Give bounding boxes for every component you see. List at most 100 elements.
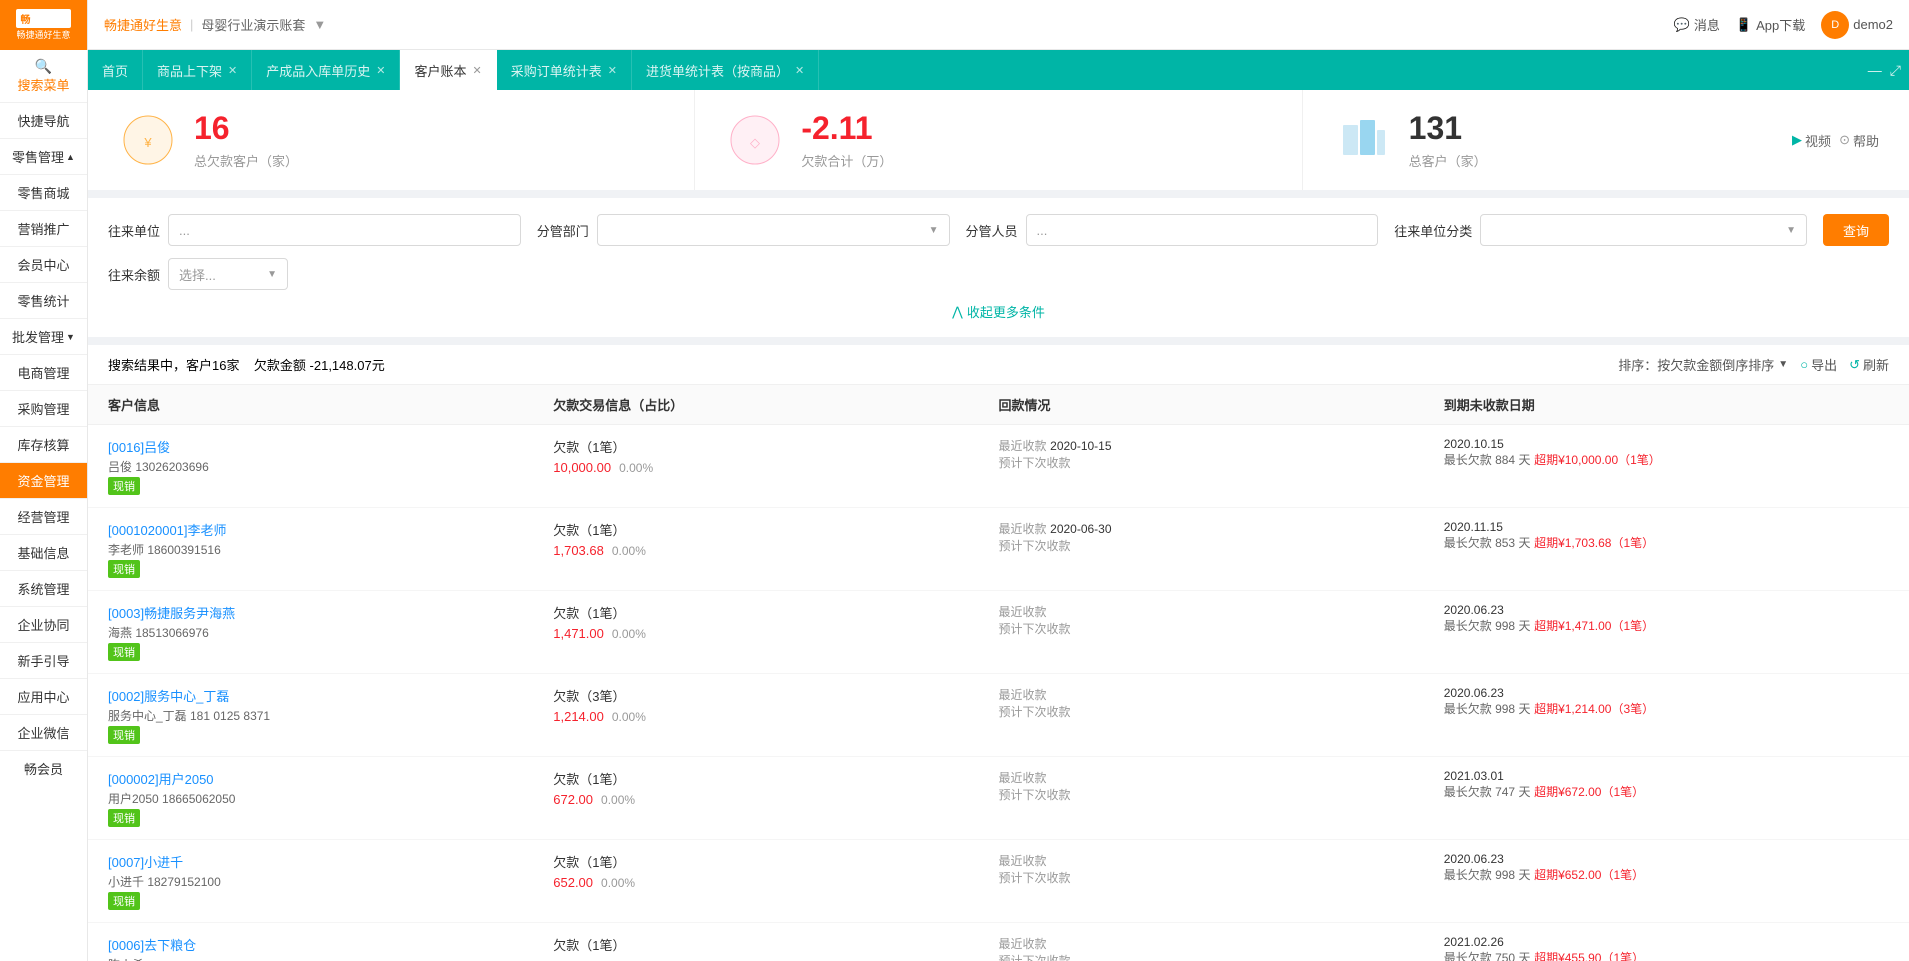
overdue-link[interactable]: 超期¥1,471.00（1笔） <box>1534 619 1654 633</box>
unit-category-input[interactable]: ▼ <box>1480 214 1807 246</box>
tab-inbound-close[interactable]: ✕ <box>795 64 804 77</box>
sidebar-item-system[interactable]: 系统管理 <box>0 571 87 607</box>
tab-products-close[interactable]: ✕ <box>228 64 237 77</box>
person-input[interactable]: ... <box>1026 214 1379 246</box>
stat-total-customers-label: 总客户（家） <box>1409 151 1487 170</box>
sidebar-item-app-center[interactable]: 应用中心 <box>0 679 87 715</box>
stat-total-customers-info: 131 总客户（家） <box>1409 110 1487 170</box>
content-area: ¥ 16 总欠款客户（家） ◇ -2.11 欠款合计 <box>88 90 1909 961</box>
tab-purchase-close[interactable]: ✕ <box>608 64 617 77</box>
customer-info-cell: [0003]畅捷服务尹海燕 海燕 18513066976 现销 <box>108 603 553 661</box>
tab-production[interactable]: 产成品入库单历史 ✕ <box>252 50 400 90</box>
export-button[interactable]: ○ 导出 <box>1800 355 1837 374</box>
customer-name-link[interactable]: [0007]小进千 <box>108 852 553 871</box>
video-button[interactable]: ▶ 视频 <box>1792 131 1831 150</box>
balance-input[interactable]: 选择... ▼ <box>168 258 288 290</box>
sidebar-item-finance[interactable]: 资金管理 <box>0 463 87 499</box>
customer-name-link[interactable]: [000002]用户2050 <box>108 769 553 788</box>
tab-purchase[interactable]: 采购订单统计表 ✕ <box>497 50 632 90</box>
refresh-button[interactable]: ↺ 刷新 <box>1849 355 1889 374</box>
source-unit-input[interactable]: ... <box>168 214 521 246</box>
tab-products[interactable]: 商品上下架 ✕ <box>143 50 252 90</box>
tab-maximize-button[interactable]: ⤢ <box>1890 62 1901 79</box>
tab-production-close[interactable]: ✕ <box>376 64 385 77</box>
customer-contact: 海燕 18513066976 <box>108 624 553 641</box>
sidebar: 畅 畅捷通好生意 🔍 搜索菜单 快捷导航 零售管理 ▲ 零售商城 营销推广 会员… <box>0 0 88 961</box>
sidebar-item-inventory[interactable]: 库存核算 <box>0 427 87 463</box>
customer-contact: 陈小希 <box>108 956 553 961</box>
due-date-cell: 2021.02.26 最长欠款 750 天 超期¥455.90（1笔） <box>1444 935 1889 961</box>
tab-customer-account-label: 客户账本 <box>414 61 466 80</box>
debt-count: 欠款（1笔） <box>553 603 625 622</box>
stat-owing-customers-label: 总欠款客户（家） <box>194 151 298 170</box>
dropdown-icon[interactable]: ▼ <box>313 17 326 32</box>
customer-name-link[interactable]: [0003]畅捷服务尹海燕 <box>108 603 553 622</box>
owing-customers-icon: ¥ <box>118 110 178 170</box>
debt-ratio: 0.00% <box>601 793 635 807</box>
results-summary: 搜索结果中，客户16家 欠款金额 -21,148.07元 <box>108 355 385 374</box>
customer-name-link[interactable]: [0016]吕俊 <box>108 437 553 456</box>
sidebar-item-member[interactable]: 会员中心 <box>0 247 87 283</box>
customer-contact: 服务中心_丁磊 181 0125 8371 <box>108 707 553 724</box>
sidebar-item-batch-mgmt[interactable]: 批发管理 ▼ <box>0 319 87 355</box>
collapse-button[interactable]: ⋀ 收起更多条件 <box>108 302 1889 321</box>
repayment-cell: 最近收款 2020-10-15 预计下次收款 <box>999 437 1444 495</box>
customer-name-link[interactable]: [0002]服务中心_丁磊 <box>108 686 553 705</box>
message-button[interactable]: 💬 消息 <box>1674 15 1720 34</box>
tab-minimize-button[interactable]: — <box>1868 62 1882 78</box>
filter-row-2: 往来余额 选择... ▼ <box>108 258 1889 290</box>
overdue-link[interactable]: 超期¥455.90（1笔） <box>1534 951 1644 961</box>
overdue-link[interactable]: 超期¥652.00（1笔） <box>1534 868 1644 882</box>
customer-tag: 现销 <box>108 892 140 910</box>
sidebar-item-purchase[interactable]: 采购管理 <box>0 391 87 427</box>
tab-purchase-label: 采购订单统计表 <box>511 61 602 80</box>
due-date-cell: 2020.11.15 最长欠款 853 天 超期¥1,703.68（1笔） <box>1444 520 1889 578</box>
filter-source-unit: 往来单位 ... <box>108 214 521 246</box>
sidebar-item-wechat[interactable]: 企业微信 <box>0 715 87 751</box>
debt-amount: 652.00 <box>553 875 593 890</box>
sidebar-item-enterprise[interactable]: 企业协同 <box>0 607 87 643</box>
overdue-link[interactable]: 超期¥1,703.68（1笔） <box>1534 536 1654 550</box>
repayment-cell: 最近收款 预计下次收款 <box>999 603 1444 661</box>
customer-info-cell: [0007]小进千 小进千 18279152100 现销 <box>108 852 553 910</box>
customer-name-link[interactable]: [0001020001]李老师 <box>108 520 553 539</box>
user-avatar[interactable]: D demo2 <box>1821 11 1893 39</box>
brand-label: 畅捷通好生意 <box>104 15 182 34</box>
overdue-link[interactable]: 超期¥672.00（1笔） <box>1534 785 1644 799</box>
app-download-button[interactable]: 📱 App下载 <box>1736 15 1805 34</box>
sidebar-item-marketing[interactable]: 营销推广 <box>0 211 87 247</box>
debt-count: 欠款（1笔） <box>553 769 625 788</box>
sidebar-item-basic-info[interactable]: 基础信息 <box>0 535 87 571</box>
dept-input[interactable]: ▼ <box>597 214 950 246</box>
debt-count: 欠款（3笔） <box>553 686 625 705</box>
tab-inbound[interactable]: 进货单统计表（按商品） ✕ <box>632 50 819 90</box>
filter-balance: 往来余额 选择... ▼ <box>108 258 288 290</box>
stat-owing-amount-info: -2.11 欠款合计（万） <box>801 110 892 170</box>
data-table: 客户信息 欠款交易信息（占比） 回款情况 到期未收款日期 [0016]吕俊 吕俊… <box>88 385 1909 961</box>
source-unit-value: ... <box>179 223 190 238</box>
tab-customer-account-close[interactable]: ✕ <box>473 64 482 77</box>
sidebar-item-member-vip[interactable]: 畅会员 <box>0 751 87 786</box>
due-date-cell: 2020.10.15 最长欠款 884 天 超期¥10,000.00（1笔） <box>1444 437 1889 495</box>
tab-customer-account[interactable]: 客户账本 ✕ <box>400 50 496 90</box>
help-button[interactable]: ⊙ 帮助 <box>1839 131 1879 150</box>
sidebar-item-newbie[interactable]: 新手引导 <box>0 643 87 679</box>
sidebar-item-retail-mall[interactable]: 零售商城 <box>0 175 87 211</box>
overdue-link[interactable]: 超期¥10,000.00（1笔） <box>1534 453 1661 467</box>
debt-info-cell: 欠款（1笔） 652.00 0.00% <box>553 852 998 910</box>
overdue-link[interactable]: 超期¥1,214.00（3笔） <box>1534 702 1654 716</box>
customer-name-link[interactable]: [0006]去下粮仓 <box>108 935 553 954</box>
sidebar-item-ecommerce[interactable]: 电商管理 <box>0 355 87 391</box>
topbar-right: 💬 消息 📱 App下载 D demo2 <box>1674 11 1893 39</box>
sidebar-item-retail-mgmt[interactable]: 零售管理 ▲ <box>0 139 87 175</box>
sort-selector[interactable]: 排序：按欠款金额倒序排序 ▼ <box>1618 355 1788 374</box>
tab-home[interactable]: 首页 <box>88 50 143 90</box>
sidebar-item-search-menu[interactable]: 🔍 搜索菜单 <box>0 50 87 103</box>
stat-owing-amount-value: -2.11 <box>801 110 892 147</box>
customer-info-cell: [000002]用户2050 用户2050 18665062050 现销 <box>108 769 553 827</box>
debt-count: 欠款（1笔） <box>553 935 625 954</box>
sidebar-item-operations[interactable]: 经营管理 <box>0 499 87 535</box>
sidebar-item-quick-nav[interactable]: 快捷导航 <box>0 103 87 139</box>
sidebar-item-retail-stat[interactable]: 零售统计 <box>0 283 87 319</box>
query-button[interactable]: 查询 <box>1823 214 1889 246</box>
